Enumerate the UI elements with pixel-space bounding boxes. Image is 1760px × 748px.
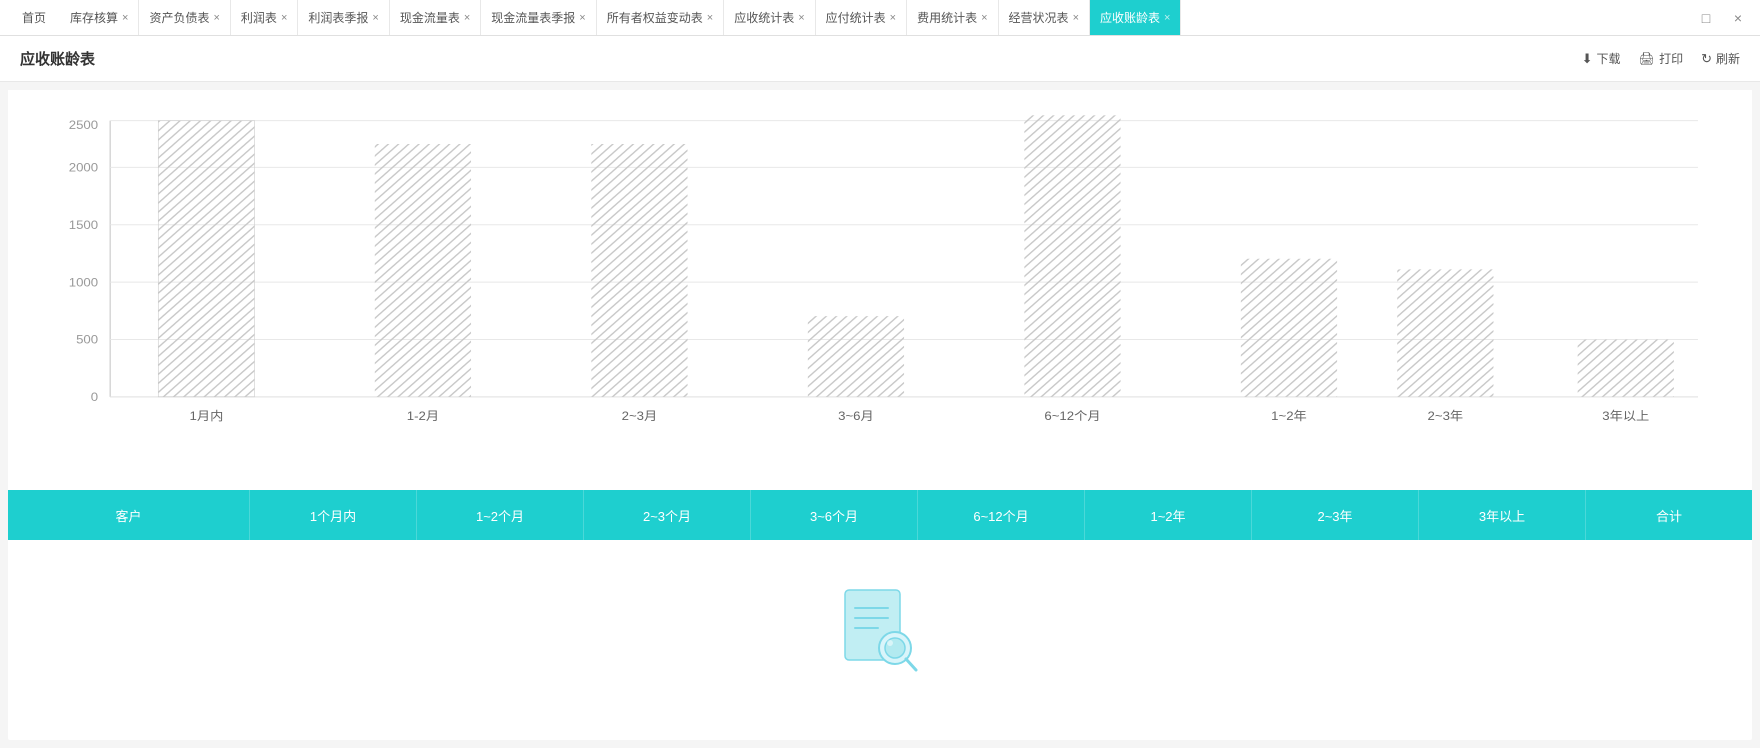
page-header: 应收账龄表 ⬇ 下载 🖨 打印 ↻ 刷新 — [0, 36, 1760, 82]
close-window-button[interactable]: × — [1724, 4, 1752, 32]
svg-text:3年以上: 3年以上 — [1602, 410, 1649, 423]
tab-inventory-close[interactable]: × — [122, 12, 128, 24]
chart-svg: 0 500 1000 1500 2000 2500 — [38, 110, 1722, 450]
tab-expense-stat-label: 费用统计表 — [917, 9, 977, 26]
tab-profit-label: 利润表 — [241, 9, 277, 26]
tab-balance[interactable]: 资产负债表 × — [139, 0, 230, 36]
chart-area: 0 500 1000 1500 2000 2500 — [8, 90, 1752, 490]
download-label: 下载 — [1597, 50, 1621, 67]
tab-cashflow-close[interactable]: × — [464, 12, 470, 24]
tab-bar: 首页 库存核算 × 资产负债表 × 利润表 × 利润表季报 × 现金流量表 × … — [0, 0, 1760, 36]
tab-expense-stat-close[interactable]: × — [981, 12, 987, 24]
refresh-icon: ↻ — [1701, 51, 1712, 67]
download-icon: ⬇ — [1582, 51, 1593, 67]
tab-profit[interactable]: 利润表 × — [231, 0, 298, 36]
print-label: 打印 — [1659, 50, 1683, 67]
svg-text:6~12个月: 6~12个月 — [1044, 410, 1100, 423]
svg-text:1000: 1000 — [69, 276, 98, 289]
svg-text:2~3年: 2~3年 — [1428, 410, 1464, 423]
svg-text:1月内: 1月内 — [190, 410, 224, 423]
tab-receivable-stat-label: 应收统计表 — [734, 9, 794, 26]
tab-profit-quarterly[interactable]: 利润表季报 × — [298, 0, 389, 36]
empty-state — [8, 540, 1752, 740]
tab-balance-close[interactable]: × — [213, 12, 219, 24]
main-content: 0 500 1000 1500 2000 2500 — [8, 90, 1752, 740]
th-total: 合计 — [1586, 490, 1752, 540]
th-1-2month: 1~2个月 — [417, 490, 584, 540]
tab-profit-quarterly-close[interactable]: × — [372, 12, 378, 24]
tab-payable-stat[interactable]: 应付统计表 × — [816, 0, 907, 36]
tab-cashflow-quarterly[interactable]: 现金流量表季报 × — [481, 0, 596, 36]
tab-expense-stat[interactable]: 费用统计表 × — [907, 0, 998, 36]
th-1month: 1个月内 — [250, 490, 417, 540]
svg-text:2500: 2500 — [69, 119, 98, 132]
tab-balance-label: 资产负债表 — [149, 9, 209, 26]
tab-equity-close[interactable]: × — [707, 12, 713, 24]
th-6-12month: 6~12个月 — [918, 490, 1085, 540]
tab-cashflow[interactable]: 现金流量表 × — [390, 0, 481, 36]
tab-aging-label: 应收账龄表 — [1100, 9, 1160, 26]
th-customer: 客户 — [8, 490, 250, 540]
svg-text:2000: 2000 — [69, 161, 98, 174]
tab-payable-stat-label: 应付统计表 — [826, 9, 886, 26]
tab-payable-stat-close[interactable]: × — [890, 12, 896, 24]
page-title: 应收账龄表 — [20, 48, 95, 69]
th-1-2year: 1~2年 — [1085, 490, 1252, 540]
svg-text:500: 500 — [76, 333, 98, 346]
tab-operation[interactable]: 经营状况表 × — [999, 0, 1090, 36]
tab-cashflow-quarterly-label: 现金流量表季报 — [491, 9, 575, 26]
tab-operation-close[interactable]: × — [1073, 12, 1079, 24]
svg-text:2~3月: 2~3月 — [622, 410, 658, 423]
tab-receivable-stat[interactable]: 应收统计表 × — [724, 0, 815, 36]
print-icon: 🖨 — [1639, 51, 1656, 67]
tab-home[interactable]: 首页 — [8, 9, 60, 26]
print-button[interactable]: 🖨 打印 — [1639, 50, 1684, 67]
svg-text:1500: 1500 — [69, 219, 98, 232]
tab-inventory[interactable]: 库存核算 × — [60, 0, 139, 36]
empty-illustration — [830, 580, 930, 680]
tab-equity[interactable]: 所有者权益变动表 × — [597, 0, 724, 36]
download-button[interactable]: ⬇ 下载 — [1582, 50, 1621, 67]
th-2-3year: 2~3年 — [1252, 490, 1419, 540]
svg-text:3~6月: 3~6月 — [838, 410, 874, 423]
tab-cashflow-quarterly-close[interactable]: × — [579, 12, 585, 24]
svg-text:1~2年: 1~2年 — [1271, 410, 1307, 423]
refresh-label: 刷新 — [1716, 50, 1740, 67]
tab-profit-close[interactable]: × — [281, 12, 287, 24]
tab-operation-label: 经营状况表 — [1009, 9, 1069, 26]
tab-aging[interactable]: 应收账龄表 × — [1090, 0, 1181, 36]
tab-inventory-label: 库存核算 — [70, 9, 118, 26]
tab-controls: □ × — [1692, 4, 1752, 32]
tab-cashflow-label: 现金流量表 — [400, 9, 460, 26]
header-actions: ⬇ 下载 🖨 打印 ↻ 刷新 — [1582, 50, 1740, 67]
svg-text:1-2月: 1-2月 — [407, 410, 439, 423]
tab-profit-quarterly-label: 利润表季报 — [308, 9, 368, 26]
tab-aging-close[interactable]: × — [1164, 12, 1170, 24]
th-3year-plus: 3年以上 — [1419, 490, 1586, 540]
table-header: 客户 1个月内 1~2个月 2~3个月 3~6个月 6~12个月 1~2年 2~… — [8, 490, 1752, 540]
th-2-3month: 2~3个月 — [584, 490, 751, 540]
svg-text:0: 0 — [91, 391, 98, 404]
refresh-button[interactable]: ↻ 刷新 — [1701, 50, 1740, 67]
restore-window-button[interactable]: □ — [1692, 4, 1720, 32]
tab-receivable-stat-close[interactable]: × — [798, 12, 804, 24]
th-3-6month: 3~6个月 — [751, 490, 918, 540]
tab-equity-label: 所有者权益变动表 — [607, 9, 703, 26]
